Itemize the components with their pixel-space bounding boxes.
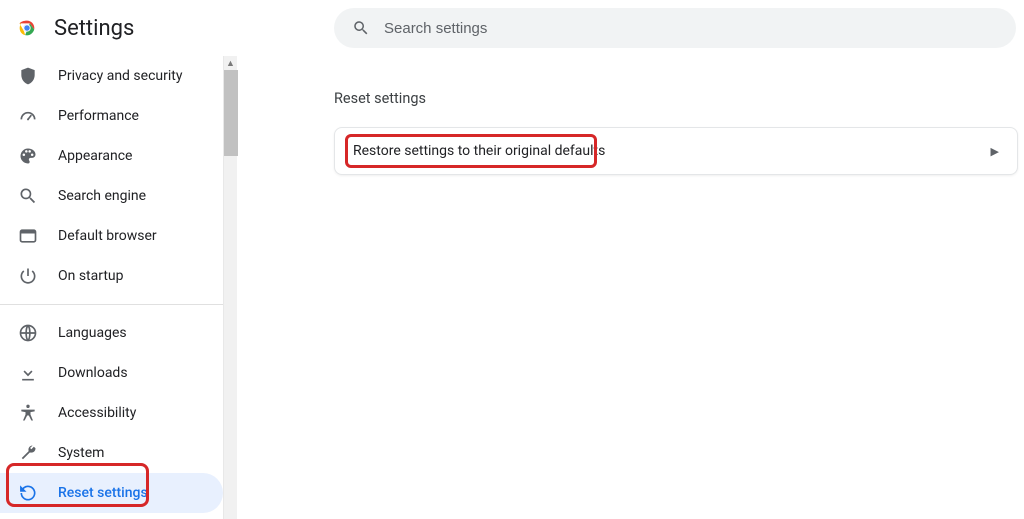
sidebar-item-label: Reset settings — [58, 485, 148, 501]
sidebar-item-languages[interactable]: Languages — [0, 313, 223, 353]
restore-defaults-row[interactable]: Restore settings to their original defau… — [334, 127, 1018, 175]
search-input[interactable] — [384, 20, 998, 37]
search-icon — [352, 19, 370, 37]
page-title: Settings — [54, 16, 134, 41]
nav-group-2: Languages Downloads Accessibility System — [0, 313, 237, 513]
main-content: Reset settings Restore settings to their… — [238, 0, 1024, 519]
sidebar: Settings Privacy and security Performanc… — [0, 0, 238, 519]
sidebar-item-search-engine[interactable]: Search engine — [0, 176, 223, 216]
sidebar-item-accessibility[interactable]: Accessibility — [0, 393, 223, 433]
sidebar-divider — [0, 304, 237, 305]
palette-icon — [18, 146, 38, 166]
sidebar-item-label: Performance — [58, 108, 139, 124]
power-icon — [18, 266, 38, 286]
shield-icon — [18, 66, 38, 86]
sidebar-scrollbar[interactable]: ▲ — [223, 56, 237, 519]
settings-search-bar[interactable] — [334, 8, 1016, 48]
chevron-right-icon: ▶ — [991, 145, 999, 158]
scrollbar-thumb[interactable] — [224, 70, 238, 156]
chrome-logo-icon — [16, 17, 38, 39]
download-icon — [18, 363, 38, 383]
sidebar-item-label: Privacy and security — [58, 68, 182, 84]
sidebar-item-performance[interactable]: Performance — [0, 96, 223, 136]
sidebar-item-default-browser[interactable]: Default browser — [0, 216, 223, 256]
sidebar-item-label: On startup — [58, 268, 124, 284]
globe-icon — [18, 323, 38, 343]
sidebar-item-downloads[interactable]: Downloads — [0, 353, 223, 393]
sidebar-item-label: Default browser — [58, 228, 157, 244]
browser-icon — [18, 226, 38, 246]
sidebar-item-label: Appearance — [58, 148, 132, 164]
card-label: Restore settings to their original defau… — [353, 143, 605, 159]
sidebar-item-appearance[interactable]: Appearance — [0, 136, 223, 176]
sidebar-item-privacy-security[interactable]: Privacy and security — [0, 56, 223, 96]
accessibility-icon — [18, 403, 38, 423]
reset-icon — [18, 483, 38, 503]
scrollbar-up-icon[interactable]: ▲ — [224, 56, 237, 70]
section-title: Reset settings — [334, 90, 1018, 107]
sidebar-item-system[interactable]: System — [0, 433, 223, 473]
search-icon — [18, 186, 38, 206]
nav-group-1: Privacy and security Performance Appeara… — [0, 56, 237, 296]
sidebar-item-on-startup[interactable]: On startup — [0, 256, 223, 296]
wrench-icon — [18, 443, 38, 463]
sidebar-item-label: Search engine — [58, 188, 146, 204]
sidebar-item-label: Languages — [58, 325, 127, 341]
sidebar-item-label: Accessibility — [58, 405, 136, 421]
sidebar-item-reset-settings[interactable]: Reset settings — [0, 473, 223, 513]
sidebar-header: Settings — [0, 0, 237, 56]
reset-settings-section: Reset settings Restore settings to their… — [334, 90, 1018, 175]
sidebar-item-label: Downloads — [58, 365, 128, 381]
speedometer-icon — [18, 106, 38, 126]
sidebar-item-label: System — [58, 445, 104, 461]
